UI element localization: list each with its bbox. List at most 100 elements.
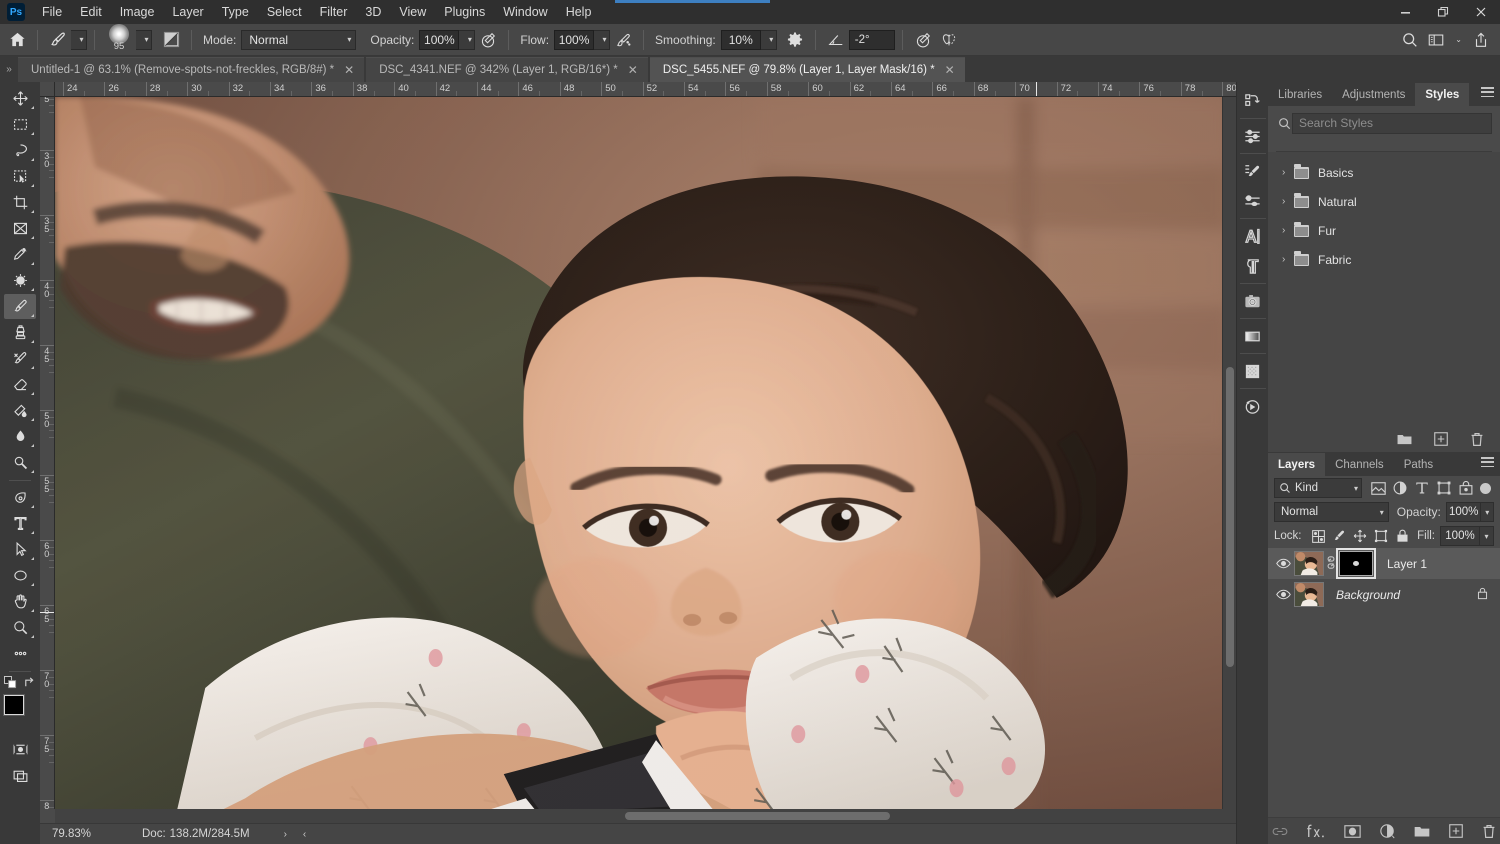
opacity-caret[interactable]: ▾	[459, 29, 476, 50]
layer-opacity-input[interactable]: 100%	[1445, 502, 1482, 522]
layer-mask-thumbnail[interactable]	[1336, 548, 1376, 579]
ruler-guide-marker[interactable]	[40, 611, 54, 613]
tool-spot-healing-brush-tool[interactable]	[4, 268, 36, 293]
layer-filter-kind-select[interactable]: Kind ▾	[1274, 478, 1362, 498]
styles-group-fabric[interactable]: › Fabric	[1268, 245, 1500, 274]
brush-angle-icon[interactable]	[823, 27, 849, 53]
filter-smart-objects-icon[interactable]	[1456, 478, 1476, 498]
tool-dodge-tool[interactable]	[4, 450, 36, 475]
brush-tool-preset-icon[interactable]	[45, 27, 71, 53]
tool-crop-tool[interactable]	[4, 190, 36, 215]
workspace-caret-icon[interactable]: ⌄	[1455, 35, 1462, 44]
brushes-icon[interactable]	[1239, 186, 1267, 216]
tool-hand-tool[interactable]	[4, 589, 36, 614]
tool-clone-stamp-tool[interactable]	[4, 320, 36, 345]
vertical-ruler[interactable]: 253035404550556065707580	[40, 97, 55, 809]
flow-input[interactable]: 100%	[554, 29, 595, 50]
tab-adjustments[interactable]: Adjustments	[1332, 83, 1416, 106]
vertical-scrollbar-thumb[interactable]	[1226, 367, 1234, 667]
layer-name[interactable]: Background	[1324, 588, 1477, 602]
horizontal-ruler[interactable]: 24 26 28 30 32 34 36 38 40 42 44 46 48 50 52 54 56 58 60 62…	[55, 82, 1236, 97]
tab-styles[interactable]: Styles	[1415, 83, 1470, 106]
panel-menu-icon[interactable]	[1481, 87, 1494, 97]
menu-view[interactable]: View	[390, 0, 435, 24]
color-swatches[interactable]	[3, 694, 36, 727]
layer-name[interactable]: Layer 1	[1373, 557, 1500, 571]
delete-layer-icon[interactable]	[1482, 824, 1496, 839]
filter-pixel-layers-icon[interactable]	[1368, 478, 1388, 498]
tool-brush-tool[interactable]	[4, 294, 36, 319]
airbrush-icon[interactable]	[610, 27, 636, 53]
close-button[interactable]	[1462, 0, 1500, 24]
styles-search-input[interactable]: Search Styles	[1292, 113, 1492, 134]
document-tab-dsc-4341[interactable]: DSC_4341.NEF @ 342% (Layer 1, RGB/16*) *…	[366, 57, 648, 82]
layer-thumbnail[interactable]	[1294, 582, 1324, 607]
new-layer-icon[interactable]	[1449, 824, 1463, 838]
menu-edit[interactable]: Edit	[71, 0, 111, 24]
pressure-controls-opacity-icon[interactable]	[475, 27, 501, 53]
close-icon[interactable]: ✕	[344, 63, 354, 77]
panel-menu-icon[interactable]	[1481, 457, 1494, 467]
screen-mode-icon[interactable]	[4, 763, 36, 788]
tool-edit-toolbar-tool[interactable]	[4, 641, 36, 666]
new-fill-adjustment-layer-icon[interactable]	[1380, 823, 1395, 839]
horizontal-scrollbar[interactable]	[55, 809, 1222, 823]
smoothing-caret[interactable]: ▾	[760, 29, 777, 50]
new-style-icon[interactable]	[1434, 432, 1448, 446]
maximize-restore-button[interactable]	[1424, 0, 1462, 24]
filter-type-layers-icon[interactable]	[1412, 478, 1432, 498]
lock-image-pixels-icon[interactable]	[1329, 526, 1350, 546]
patterns-icon[interactable]	[1239, 356, 1267, 386]
styles-group-basics[interactable]: › Basics	[1268, 158, 1500, 187]
styles-group-fur[interactable]: › Fur	[1268, 216, 1500, 245]
image-canvas[interactable]	[55, 97, 1222, 809]
tab-libraries[interactable]: Libraries	[1268, 83, 1333, 106]
layer-style-fx-icon[interactable]	[1307, 824, 1325, 838]
ruler-corner[interactable]	[40, 82, 55, 97]
menu-select[interactable]: Select	[258, 0, 311, 24]
minimize-button[interactable]	[1386, 0, 1424, 24]
opacity-input[interactable]: 100%	[419, 29, 460, 50]
search-icon[interactable]	[1397, 27, 1423, 53]
swap-colors-icon[interactable]	[23, 676, 36, 692]
menu-image[interactable]: Image	[111, 0, 164, 24]
layer-fill-caret[interactable]: ▾	[1480, 526, 1494, 546]
add-layer-mask-icon[interactable]	[1344, 824, 1361, 838]
brush-angle-input[interactable]: -2°	[848, 29, 895, 50]
paragraph-icon[interactable]	[1239, 251, 1267, 281]
history-icon[interactable]	[1239, 86, 1267, 116]
smoothing-options-gear-icon[interactable]	[782, 27, 808, 53]
foreground-color-swatch[interactable]	[3, 694, 25, 716]
home-icon[interactable]	[4, 27, 30, 53]
lock-artboard-nesting-icon[interactable]	[1371, 526, 1392, 546]
layer-opacity-caret[interactable]: ▾	[1481, 502, 1494, 522]
tool-move-tool[interactable]	[4, 86, 36, 111]
menu-file[interactable]: File	[33, 0, 71, 24]
tab-layers[interactable]: Layers	[1268, 453, 1326, 476]
adjustments-sliders-icon[interactable]	[1239, 121, 1267, 151]
tool-gradient-tool[interactable]	[4, 398, 36, 423]
layer-visibility-icon[interactable]	[1272, 589, 1294, 600]
menu-3d[interactable]: 3D	[356, 0, 390, 24]
brush-settings-icon[interactable]	[1239, 156, 1267, 186]
workspace-switcher-icon[interactable]	[1423, 27, 1449, 53]
menu-layer[interactable]: Layer	[163, 0, 212, 24]
vertical-scrollbar[interactable]	[1222, 97, 1236, 809]
default-colors-icon[interactable]	[3, 676, 17, 692]
new-group-icon[interactable]	[1397, 433, 1412, 446]
gradients-icon[interactable]	[1239, 321, 1267, 351]
lock-transparent-pixels-icon[interactable]	[1308, 526, 1329, 546]
menu-help[interactable]: Help	[557, 0, 601, 24]
zoom-level[interactable]: 79.83%	[40, 828, 112, 840]
flow-caret[interactable]: ▾	[594, 29, 611, 50]
tool-path-selection-tool[interactable]	[4, 537, 36, 562]
camera-raw-icon[interactable]	[1239, 286, 1267, 316]
pressure-controls-size-icon[interactable]	[910, 27, 936, 53]
tool-blur-tool[interactable]	[4, 424, 36, 449]
layer-thumbnail[interactable]	[1294, 551, 1324, 576]
tool-object-selection-tool[interactable]	[4, 164, 36, 189]
document-tab-untitled-1[interactable]: Untitled-1 @ 63.1% (Remove-spots-not-fre…	[18, 57, 365, 82]
link-layers-icon[interactable]	[1272, 826, 1288, 837]
actions-icon[interactable]	[1239, 391, 1267, 421]
brush-size-preview[interactable]: 95	[102, 23, 136, 55]
